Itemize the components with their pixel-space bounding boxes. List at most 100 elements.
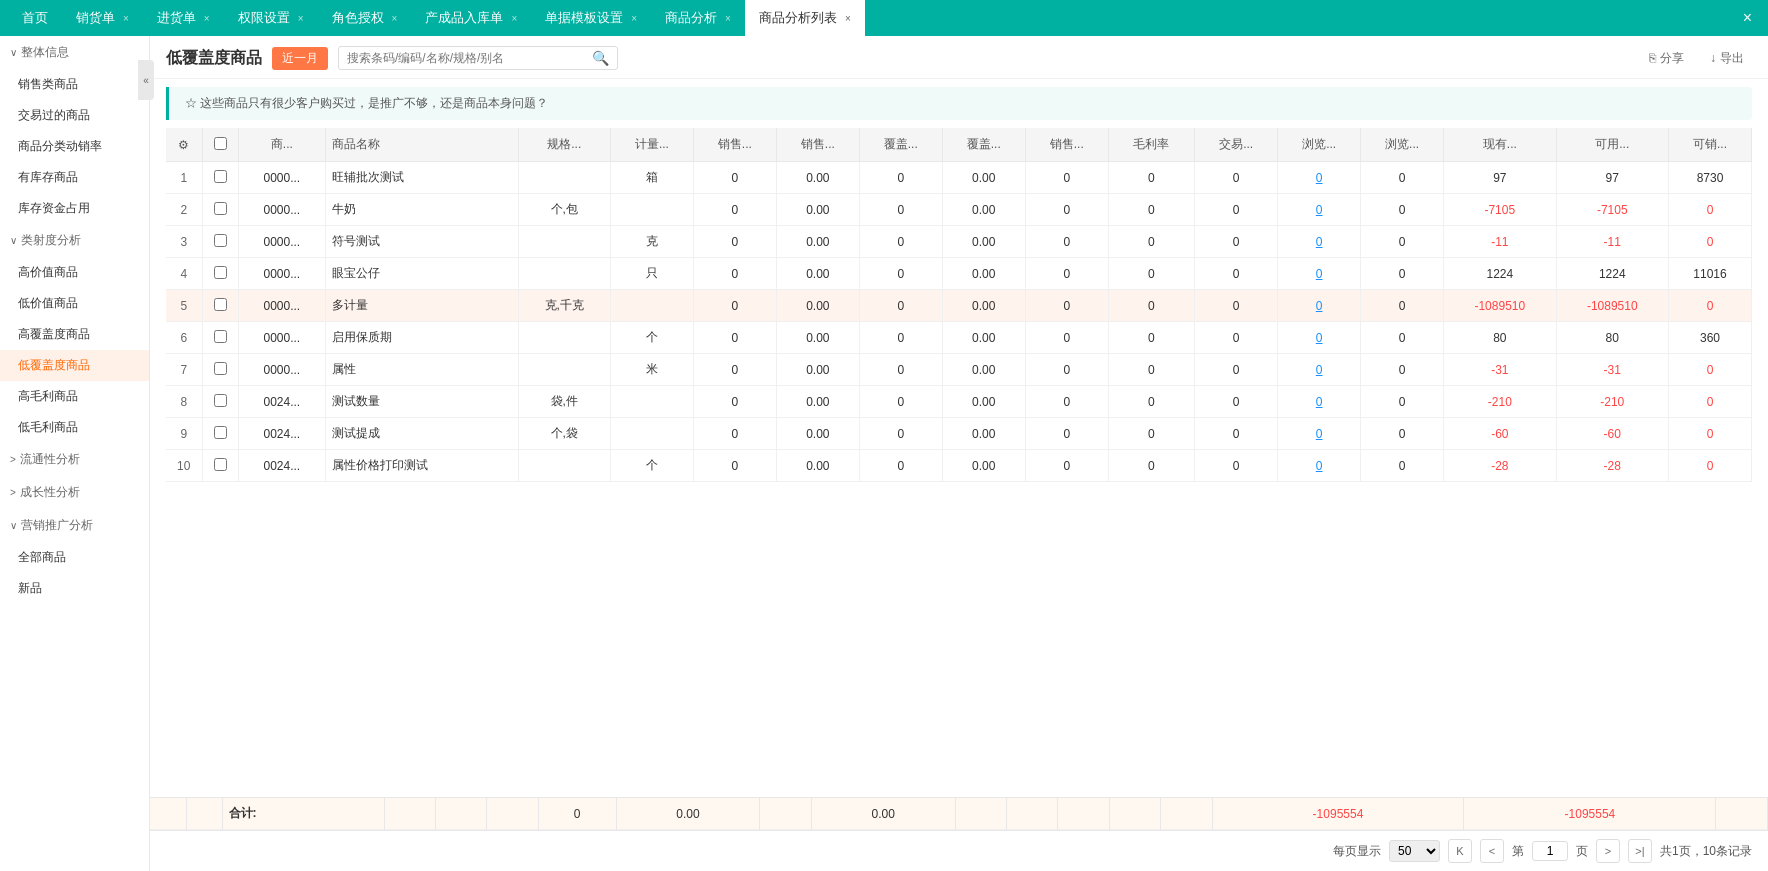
nav-permissions[interactable]: 权限设置 × xyxy=(224,0,318,36)
row-checkbox[interactable] xyxy=(202,322,238,354)
row-checkbox[interactable] xyxy=(202,226,238,258)
sidebar-item-low-profit[interactable]: 低毛利商品 xyxy=(0,412,149,443)
export-button[interactable]: ↓ 导出 xyxy=(1702,47,1752,70)
nav-close-sales[interactable]: × xyxy=(123,13,129,24)
page-size-select[interactable]: 50 20 100 xyxy=(1389,840,1440,862)
col-gross-rate[interactable]: 毛利率 xyxy=(1108,128,1194,162)
col-settings[interactable]: ⚙ xyxy=(166,128,202,162)
nav-sales-order[interactable]: 销货单 × xyxy=(62,0,143,36)
row-select-checkbox[interactable] xyxy=(214,362,227,375)
nav-close-purchase[interactable]: × xyxy=(204,13,210,24)
row-select-checkbox[interactable] xyxy=(214,458,227,471)
sidebar-item-new-goods[interactable]: 新品 xyxy=(0,573,149,604)
row-checkbox[interactable] xyxy=(202,386,238,418)
sidebar-section-marketing[interactable]: ∨ 营销推广分析 xyxy=(0,509,149,542)
nav-close-role[interactable]: × xyxy=(392,13,398,24)
select-all-checkbox[interactable] xyxy=(214,137,227,150)
col-salable[interactable]: 可销... xyxy=(1668,128,1751,162)
row-checkbox[interactable] xyxy=(202,418,238,450)
row-browse1[interactable]: 0 xyxy=(1278,226,1361,258)
nav-close-template[interactable]: × xyxy=(631,13,637,24)
row-browse1[interactable]: 0 xyxy=(1278,322,1361,354)
row-checkbox[interactable] xyxy=(202,194,238,226)
row-coverage2: 0.00 xyxy=(942,386,1025,418)
nav-global-close[interactable]: × xyxy=(1735,9,1760,27)
sidebar-item-low-coverage[interactable]: 低覆盖度商品 xyxy=(0,350,149,381)
sidebar-item-inventory-capital[interactable]: 库存资金占用 xyxy=(0,193,149,224)
sidebar-section-coverage[interactable]: ∨ 类射度分析 xyxy=(0,224,149,257)
row-browse1[interactable]: 0 xyxy=(1278,450,1361,482)
col-browse1[interactable]: 浏览... xyxy=(1278,128,1361,162)
col-trade[interactable]: 交易... xyxy=(1195,128,1278,162)
row-select-checkbox[interactable] xyxy=(214,266,227,279)
share-button[interactable]: ⎘ 分享 xyxy=(1641,47,1692,70)
col-sales1[interactable]: 销售... xyxy=(693,128,776,162)
search-input[interactable] xyxy=(347,51,592,65)
sidebar-collapse-button[interactable]: « xyxy=(138,60,154,100)
sidebar-item-traded-goods[interactable]: 交易过的商品 xyxy=(0,100,149,131)
col-name[interactable]: 商品名称 xyxy=(326,128,518,162)
col-checkbox[interactable] xyxy=(202,128,238,162)
row-select-checkbox[interactable] xyxy=(214,170,227,183)
row-coverage1: 0 xyxy=(859,290,942,322)
nav-close-inbound[interactable]: × xyxy=(511,13,517,24)
col-avail[interactable]: 可用... xyxy=(1556,128,1668,162)
row-select-checkbox[interactable] xyxy=(214,330,227,343)
row-num: 5 xyxy=(166,290,202,322)
col-sales2[interactable]: 销售... xyxy=(776,128,859,162)
sidebar-section-growth[interactable]: > 成长性分析 xyxy=(0,476,149,509)
nav-product-analysis[interactable]: 商品分析 × xyxy=(651,0,745,36)
col-coverage2[interactable]: 覆盖... xyxy=(942,128,1025,162)
sidebar-section-circulation[interactable]: > 流通性分析 xyxy=(0,443,149,476)
nav-home[interactable]: 首页 xyxy=(8,0,62,36)
prev-page-button[interactable]: < xyxy=(1480,839,1504,863)
col-stock[interactable]: 现有... xyxy=(1444,128,1556,162)
col-coverage1[interactable]: 覆盖... xyxy=(859,128,942,162)
nav-close-analysis-list[interactable]: × xyxy=(845,13,851,24)
sidebar-item-high-value[interactable]: 高价值商品 xyxy=(0,257,149,288)
nav-close-analysis[interactable]: × xyxy=(725,13,731,24)
row-checkbox[interactable] xyxy=(202,354,238,386)
col-spec[interactable]: 规格... xyxy=(518,128,610,162)
col-unit[interactable]: 计量... xyxy=(610,128,693,162)
row-select-checkbox[interactable] xyxy=(214,202,227,215)
row-browse1[interactable]: 0 xyxy=(1278,418,1361,450)
nav-product-inbound[interactable]: 产成品入库单 × xyxy=(411,0,531,36)
sidebar-item-sales-goods[interactable]: 销售类商品 xyxy=(0,69,149,100)
nav-role-auth[interactable]: 角色授权 × xyxy=(318,0,412,36)
row-browse1[interactable]: 0 xyxy=(1278,162,1361,194)
next-page-button[interactable]: > xyxy=(1596,839,1620,863)
nav-close-permissions[interactable]: × xyxy=(298,13,304,24)
row-select-checkbox[interactable] xyxy=(214,426,227,439)
page-number-input[interactable] xyxy=(1532,841,1568,861)
nav-analysis-list[interactable]: 商品分析列表 × xyxy=(745,0,865,36)
first-page-button[interactable]: K xyxy=(1448,839,1472,863)
row-select-checkbox[interactable] xyxy=(214,298,227,311)
row-checkbox[interactable] xyxy=(202,162,238,194)
row-browse2: 0 xyxy=(1361,450,1444,482)
nav-template-settings[interactable]: 单据模板设置 × xyxy=(531,0,651,36)
col-sales3[interactable]: 销售... xyxy=(1025,128,1108,162)
row-browse1[interactable]: 0 xyxy=(1278,290,1361,322)
row-browse1[interactable]: 0 xyxy=(1278,194,1361,226)
row-browse1[interactable]: 0 xyxy=(1278,386,1361,418)
row-checkbox[interactable] xyxy=(202,450,238,482)
nav-purchase-order[interactable]: 进货单 × xyxy=(143,0,224,36)
sidebar-item-low-value[interactable]: 低价值商品 xyxy=(0,288,149,319)
sidebar-item-category-rate[interactable]: 商品分类动销率 xyxy=(0,131,149,162)
sidebar-section-overall[interactable]: ∨ 整体信息 xyxy=(0,36,149,69)
row-browse1[interactable]: 0 xyxy=(1278,258,1361,290)
sidebar-item-high-profit[interactable]: 高毛利商品 xyxy=(0,381,149,412)
row-browse1[interactable]: 0 xyxy=(1278,354,1361,386)
row-checkbox[interactable] xyxy=(202,290,238,322)
row-select-checkbox[interactable] xyxy=(214,394,227,407)
sidebar-item-stocked-goods[interactable]: 有库存商品 xyxy=(0,162,149,193)
sidebar-item-all-goods[interactable]: 全部商品 xyxy=(0,542,149,573)
sidebar-item-high-coverage[interactable]: 高覆盖度商品 xyxy=(0,319,149,350)
last-page-button[interactable]: >| xyxy=(1628,839,1652,863)
row-checkbox[interactable] xyxy=(202,258,238,290)
row-select-checkbox[interactable] xyxy=(214,234,227,247)
col-code[interactable]: 商... xyxy=(238,128,326,162)
filter-recent-month-button[interactable]: 近一月 xyxy=(272,47,328,70)
col-browse2[interactable]: 浏览... xyxy=(1361,128,1444,162)
